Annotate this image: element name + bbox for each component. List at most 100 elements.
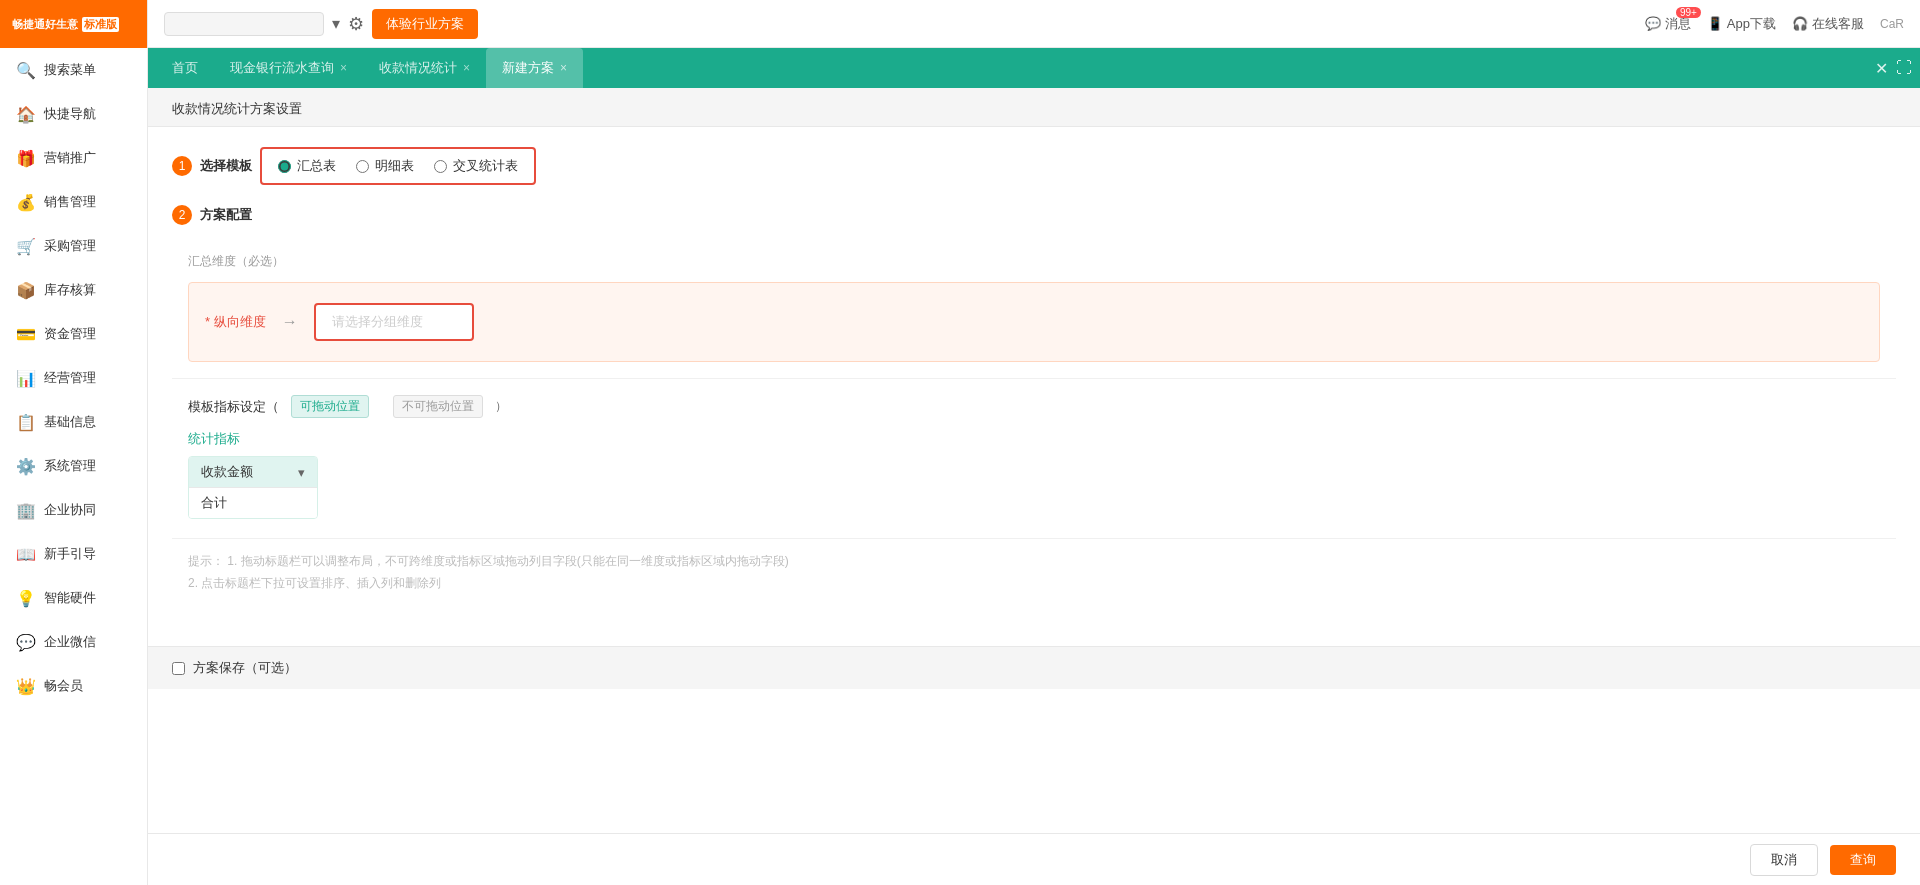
search-input[interactable] [164, 12, 324, 36]
dimension-label: 汇总维度（必选） [188, 253, 1880, 270]
sidebar-item-newbie[interactable]: 📖新手引导 [0, 532, 147, 576]
content-area: 收款情况统计方案设置 1 选择模板 汇总表 明细表 [148, 88, 1920, 833]
metric-table-row: 合计 [189, 487, 317, 518]
tab-receipt[interactable]: 收款情况统计 × [363, 48, 486, 88]
sidebar-label-hardware: 智能硬件 [44, 589, 96, 607]
sidebar-item-nav[interactable]: 🏠快捷导航 [0, 92, 147, 136]
app-logo: 畅捷通好生意 标准版 [0, 0, 147, 48]
draggable-tag: 可拖动位置 [291, 395, 369, 418]
not-draggable-tag: 不可拖动位置 [393, 395, 483, 418]
sidebar-item-finance[interactable]: 💳资金管理 [0, 312, 147, 356]
maximize-icon[interactable]: ⛶ [1896, 59, 1912, 78]
metrics-label-row: 模板指标设定（ 可拖动位置 不可拖动位置 ） [188, 395, 1880, 418]
sidebar-item-marketing[interactable]: 🎁 营销推广 [0, 136, 147, 180]
app-name: 畅捷通好生意 [12, 17, 78, 32]
radio-summary-input[interactable] [278, 160, 291, 173]
label-close-paren: ） [495, 398, 507, 415]
radio-detail-input[interactable] [356, 160, 369, 173]
service-label: 在线客服 [1812, 15, 1864, 33]
row-dimension-label: * 纵向维度 [205, 313, 266, 331]
app-download-link[interactable]: 📱 App下载 [1707, 15, 1776, 33]
tab-label-new: 新建方案 [502, 59, 554, 77]
finance-icon: 💳 [16, 325, 36, 344]
save-checkbox[interactable] [172, 662, 185, 675]
sidebar-item-basic[interactable]: 📋 基础信息 [0, 400, 147, 444]
cancel-button[interactable]: 取消 [1750, 844, 1818, 876]
top-header: ▾ ⚙ 体验行业方案 💬 消息 99+ 📱 App下载 🎧 在线客服 CaR [148, 0, 1920, 48]
sidebar-item-member[interactable]: 👑 畅会员 [0, 664, 147, 708]
sidebar-item-corp[interactable]: 🏢企业协同 [0, 488, 147, 532]
tab-close-receipt[interactable]: × [463, 61, 470, 75]
header-right: 💬 消息 99+ 📱 App下载 🎧 在线客服 CaR [1645, 15, 1904, 33]
tab-label-bank: 现金银行流水查询 [230, 59, 334, 77]
basic-icon: 📋 [16, 413, 36, 432]
dimension-select[interactable]: 请选择分组维度 [314, 303, 474, 341]
notification-icon: 💬 [1645, 16, 1661, 31]
sidebar-label-inventory: 库存核算 [44, 281, 96, 299]
query-button[interactable]: 查询 [1830, 845, 1896, 875]
sidebar-label-basic: 基础信息 [44, 413, 96, 431]
member-icon: 👑 [16, 677, 36, 696]
tab-bank[interactable]: 现金银行流水查询 × [214, 48, 363, 88]
notification-count: 99+ [1676, 7, 1701, 18]
tab-close-new[interactable]: × [560, 61, 567, 75]
hardware-icon: 💡 [16, 589, 36, 608]
tab-home[interactable]: 首页 [156, 48, 214, 88]
dropdown-icon[interactable]: ▾ [332, 14, 340, 33]
sidebar: 畅捷通好生意 标准版 🔍搜索菜单🏠快捷导航 🎁 营销推广 💰销售管理 🛒 采购管理 📦库存核… [0, 0, 148, 885]
radio-cross-input[interactable] [434, 160, 447, 173]
sidebar-label-member: 畅会员 [44, 677, 83, 695]
sidebar-label-marketing: 营销推广 [44, 149, 96, 167]
gear-icon[interactable]: ⚙ [348, 13, 364, 35]
tab-label-receipt: 收款情况统计 [379, 59, 457, 77]
sidebar-label-purchase: 采购管理 [44, 237, 96, 255]
operations-icon: 📊 [16, 369, 36, 388]
tip-2: 2. 点击标题栏下拉可设置排序、插入列和删除列 [188, 573, 1880, 595]
form-area: 1 选择模板 汇总表 明细表 交叉统计表 [148, 127, 1920, 646]
sidebar-label-wechat: 企业微信 [44, 633, 96, 651]
step2-header: 2 方案配置 [172, 205, 1896, 225]
sidebar-item-hardware[interactable]: 💡 智能硬件 [0, 576, 147, 620]
sidebar-label-sales: 销售管理 [44, 193, 96, 211]
header-left: ▾ ⚙ 体验行业方案 [164, 9, 1633, 39]
sidebar-item-purchase[interactable]: 🛒 采购管理 [0, 224, 147, 268]
sidebar-label-operations: 经营管理 [44, 369, 96, 387]
radio-cross[interactable]: 交叉统计表 [434, 157, 518, 175]
tip-1: 提示： 1. 拖动标题栏可以调整布局，不可跨维度或指标区域拖动列目字段(只能在同… [188, 551, 1880, 573]
industry-btn[interactable]: 体验行业方案 [372, 9, 478, 39]
save-label: 方案保存（可选） [193, 659, 297, 677]
wechat-icon: 💬 [16, 633, 36, 652]
metric-header[interactable]: 收款金额 ▾ [189, 457, 317, 487]
sidebar-item-inventory[interactable]: 📦库存核算 [0, 268, 147, 312]
sidebar-item-sales[interactable]: 💰销售管理 [0, 180, 147, 224]
radio-summary[interactable]: 汇总表 [278, 157, 336, 175]
tab-close-bank[interactable]: × [340, 61, 347, 75]
metrics-section: 模板指标设定（ 可拖动位置 不可拖动位置 ） 统计指标 收款金额 ▾ 合计 [172, 378, 1896, 538]
sidebar-item-system[interactable]: ⚙️系统管理 [0, 444, 147, 488]
metrics-main-label: 模板指标设定（ [188, 398, 279, 416]
step1-title: 选择模板 [200, 157, 252, 175]
sidebar-item-search[interactable]: 🔍搜索菜单 [0, 48, 147, 92]
tab-bar-actions: ✕ ⛶ [1875, 59, 1912, 78]
template-options: 汇总表 明细表 交叉统计表 [260, 147, 536, 185]
nav-icon: 🏠 [16, 105, 36, 124]
radio-detail[interactable]: 明细表 [356, 157, 414, 175]
sidebar-item-operations[interactable]: 📊 经营管理 [0, 356, 147, 400]
notification-btn[interactable]: 💬 消息 99+ [1645, 15, 1691, 33]
service-link[interactable]: 🎧 在线客服 [1792, 15, 1864, 33]
marketing-icon: 🎁 [16, 149, 36, 168]
sidebar-item-wechat[interactable]: 💬 企业微信 [0, 620, 147, 664]
tab-new[interactable]: 新建方案 × [486, 48, 583, 88]
stat-indicators-label: 统计指标 [188, 430, 1880, 448]
step1-section: 1 选择模板 汇总表 明细表 交叉统计表 [172, 147, 1896, 185]
chevron-down-icon: ▾ [298, 465, 305, 480]
download-icon: 📱 [1707, 16, 1723, 31]
radio-summary-label: 汇总表 [297, 157, 336, 175]
edition-badge: 标准版 [82, 17, 119, 32]
user-info[interactable]: CaR [1880, 17, 1904, 31]
step2-badge: 2 [172, 205, 192, 225]
metric-header-label: 收款金额 [201, 463, 253, 481]
close-window-icon[interactable]: ✕ [1875, 59, 1888, 78]
purchase-icon: 🛒 [16, 237, 36, 256]
step1-badge: 1 [172, 156, 192, 176]
